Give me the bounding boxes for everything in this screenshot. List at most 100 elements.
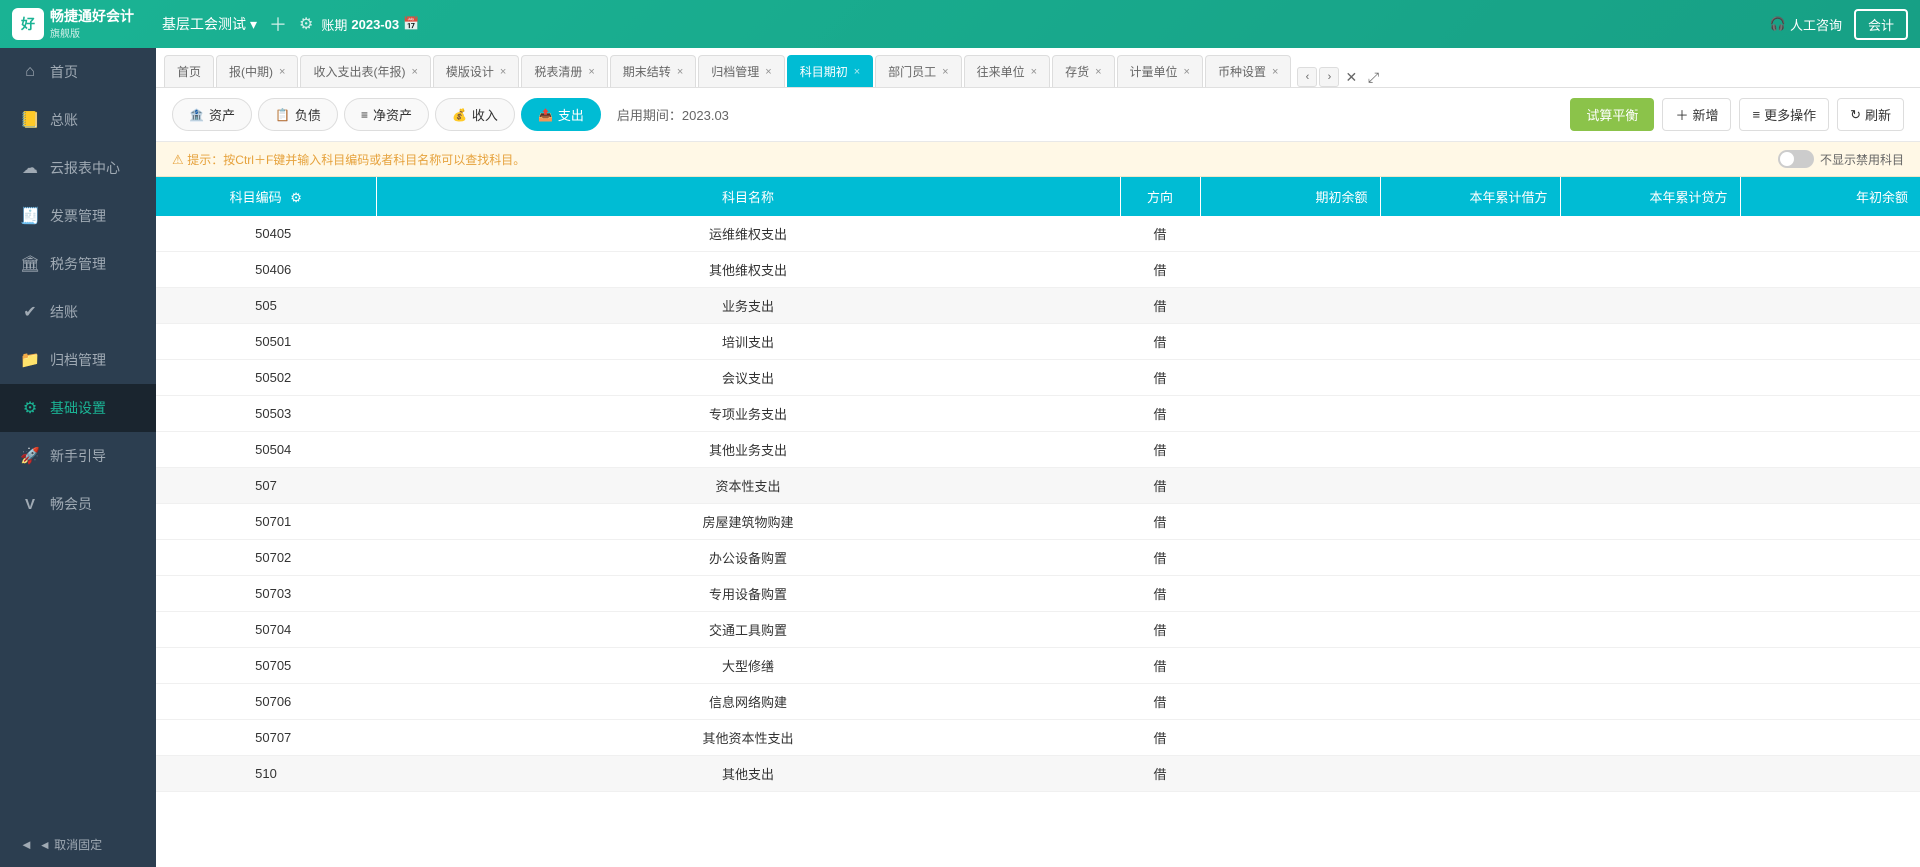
table-row[interactable]: 50704 交通工具购置 借 — [156, 612, 1920, 648]
tab-home[interactable]: 首页 — [164, 55, 214, 87]
tab-close-icon[interactable]: × — [1031, 66, 1037, 78]
tab-next-button[interactable]: › — [1319, 67, 1339, 87]
table-row[interactable]: 50406 其他维权支出 借 — [156, 252, 1920, 288]
cell-name: 其他支出 — [376, 756, 1120, 792]
tab-close-icon[interactable]: × — [1184, 66, 1190, 78]
tab-close-icon[interactable]: × — [500, 66, 506, 78]
balance-button[interactable]: 试算平衡 — [1570, 98, 1654, 131]
tab-close-icon[interactable]: × — [411, 66, 417, 78]
sidebar-item-invoice[interactable]: 🧾 发票管理 — [0, 192, 156, 240]
refresh-button[interactable]: ↻ 刷新 — [1837, 98, 1904, 131]
more-button[interactable]: ≡ 更多操作 — [1739, 98, 1829, 131]
tab-currency[interactable]: 币种设置 × — [1205, 55, 1291, 87]
table-row[interactable]: 50701 房屋建筑物购建 借 — [156, 504, 1920, 540]
sidebar-item-tax[interactable]: 🏛 税务管理 — [0, 240, 156, 288]
table-row[interactable]: 50707 其他资本性支出 借 — [156, 720, 1920, 756]
sidebar-item-reports[interactable]: ☁ 云报表中心 — [0, 144, 156, 192]
sidebar-item-ledger[interactable]: 📒 总账 — [0, 96, 156, 144]
disable-toggle[interactable] — [1778, 150, 1814, 168]
tab-template[interactable]: 模版设计 × — [433, 55, 519, 87]
sidebar-item-guide[interactable]: 🚀 新手引导 — [0, 432, 156, 480]
cell-code: 50406 — [156, 252, 376, 288]
tab-unit[interactable]: 计量单位 × — [1117, 55, 1203, 87]
tab-close-icon[interactable]: × — [1095, 66, 1101, 78]
tab-archive-mgmt[interactable]: 归档管理 × — [698, 55, 784, 87]
add-company-button[interactable]: ＋ — [265, 11, 291, 37]
cell-dir: 借 — [1120, 288, 1200, 324]
toggle-switch[interactable]: 不显示禁用科目 — [1778, 150, 1904, 168]
warning-icon: ⚠ — [172, 152, 184, 167]
filter-tab-equity[interactable]: ≡ 净资产 — [344, 98, 429, 131]
account-button[interactable]: 会计 — [1854, 9, 1908, 40]
tax-icon: 🏛 — [20, 254, 40, 274]
tab-inventory[interactable]: 存货 × — [1052, 55, 1114, 87]
sidebar-item-close[interactable]: ✔ 结账 — [0, 288, 156, 336]
table-row[interactable]: 50504 其他业务支出 借 — [156, 432, 1920, 468]
cell-ytd-credit — [1560, 756, 1740, 792]
company-name[interactable]: 基层工会测试 ▾ — [162, 14, 257, 34]
tab-tax-schedule[interactable]: 税表清册 × — [521, 55, 607, 87]
tab-close-icon[interactable]: × — [677, 66, 683, 78]
cell-dir: 借 — [1120, 396, 1200, 432]
filter-tab-expense[interactable]: 📤 支出 — [521, 98, 601, 131]
table-row[interactable]: 50706 信息网络购建 借 — [156, 684, 1920, 720]
tab-prev-button[interactable]: ‹ — [1297, 67, 1317, 87]
tab-expand-button[interactable]: ⤢ — [1363, 67, 1383, 87]
table-row[interactable]: 50503 专项业务支出 借 — [156, 396, 1920, 432]
table-row[interactable]: 50705 大型修缮 借 — [156, 648, 1920, 684]
logo-area: 好 畅捷通好会计 旗舰版 — [12, 8, 152, 40]
sidebar-label-home: 首页 — [50, 62, 78, 82]
tab-dept-staff[interactable]: 部门员工 × — [875, 55, 961, 87]
period-display: 启用期间：2023.03 — [617, 105, 729, 124]
col-settings-icon[interactable]: ⚙ — [290, 190, 302, 205]
sidebar-item-home[interactable]: ⌂ 首页 — [0, 48, 156, 96]
sidebar-item-archive[interactable]: 📁 归档管理 — [0, 336, 156, 384]
tab-close-icon[interactable]: × — [942, 66, 948, 78]
subjects-table: 科目编码 ⚙ 科目名称 方向 期初余额 本年累计借方 本年累计贷方 年初余额 5… — [156, 177, 1920, 792]
settings-icon[interactable]: ⚙ — [299, 14, 313, 34]
cell-ytd-credit — [1560, 396, 1740, 432]
calendar-icon[interactable]: 📅 — [403, 16, 419, 32]
table-row[interactable]: 510 其他支出 借 — [156, 756, 1920, 792]
add-button[interactable]: ＋ 新增 — [1662, 98, 1731, 131]
table-row[interactable]: 50702 办公设备购置 借 — [156, 540, 1920, 576]
cell-ytd-credit — [1560, 504, 1740, 540]
filter-tab-liability[interactable]: 📋 负债 — [258, 98, 338, 131]
cell-balance — [1200, 540, 1380, 576]
sidebar-item-settings[interactable]: ⚙ 基础设置 — [0, 384, 156, 432]
support-button[interactable]: 🎧 人工咨询 — [1770, 15, 1842, 34]
cell-year-balance — [1740, 612, 1920, 648]
cell-dir: 借 — [1120, 756, 1200, 792]
tab-close-icon[interactable]: × — [765, 66, 771, 78]
tab-close-icon[interactable]: × — [1272, 66, 1278, 78]
cell-ytd-debit — [1380, 468, 1560, 504]
tab-close-all-button[interactable]: ✕ — [1341, 67, 1361, 87]
tab-close-icon[interactable]: × — [854, 66, 860, 78]
table-row[interactable]: 507 资本性支出 借 — [156, 468, 1920, 504]
table-row[interactable]: 50501 培训支出 借 — [156, 324, 1920, 360]
cell-year-balance — [1740, 648, 1920, 684]
tab-subject-init[interactable]: 科目期初 × — [787, 55, 873, 87]
cell-code: 50703 — [156, 576, 376, 612]
menu-icon: ≡ — [1752, 107, 1760, 122]
sidebar-item-member[interactable]: V 畅会员 — [0, 480, 156, 528]
tab-close-icon[interactable]: × — [279, 66, 285, 78]
tab-period-end[interactable]: 期末结转 × — [610, 55, 696, 87]
cell-balance — [1200, 468, 1380, 504]
sidebar-label-archive: 归档管理 — [50, 350, 106, 370]
tab-income-annual[interactable]: 收入支出表(年报) × — [300, 55, 430, 87]
tab-close-icon[interactable]: × — [588, 66, 594, 78]
col-header-ytd-credit: 本年累计贷方 — [1560, 177, 1740, 216]
table-row[interactable]: 505 业务支出 借 — [156, 288, 1920, 324]
tab-contact-unit[interactable]: 往来单位 × — [964, 55, 1050, 87]
sidebar-toggle-button[interactable]: ◄ ◄ 取消固定 — [0, 822, 156, 867]
filter-tab-income[interactable]: 💰 收入 — [435, 98, 515, 131]
table-container[interactable]: 科目编码 ⚙ 科目名称 方向 期初余额 本年累计借方 本年累计贷方 年初余额 5… — [156, 177, 1920, 867]
tab-report-mid[interactable]: 报(中期) × — [216, 55, 298, 87]
refresh-icon: ↻ — [1850, 107, 1861, 123]
table-row[interactable]: 50703 专用设备购置 借 — [156, 576, 1920, 612]
filter-tab-asset[interactable]: 🏦 资产 — [172, 98, 252, 131]
cell-ytd-debit — [1380, 720, 1560, 756]
table-row[interactable]: 50405 运维维权支出 借 — [156, 216, 1920, 252]
table-row[interactable]: 50502 会议支出 借 — [156, 360, 1920, 396]
